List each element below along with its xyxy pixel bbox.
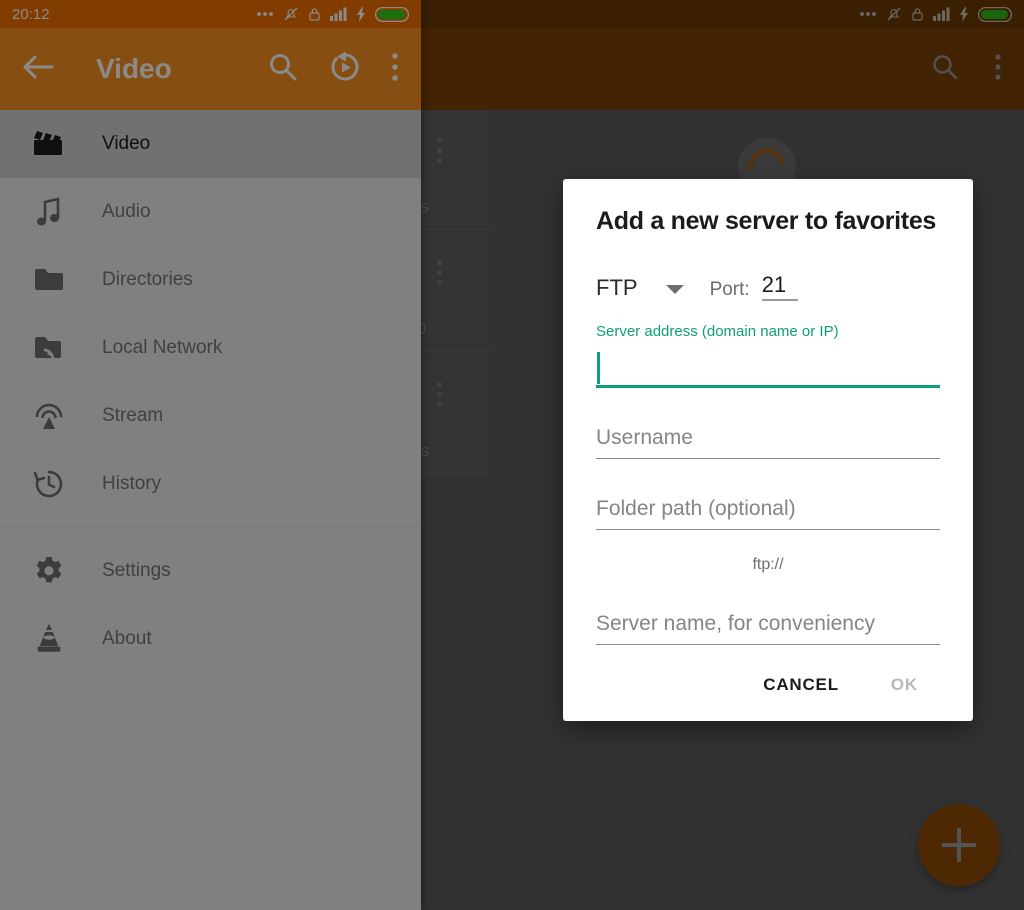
server-address-field: Server address (domain name or IP) — [596, 323, 940, 388]
more-vert-icon[interactable] — [437, 138, 442, 163]
sidebar-item-label: Local Network — [102, 337, 223, 358]
battery-icon — [375, 6, 409, 22]
server-name-placeholder: Server name, for conveniency — [596, 612, 875, 635]
drawer-toolbar: Video — [0, 28, 421, 110]
sidebar-item-settings[interactable]: Settings — [0, 537, 421, 605]
history-clock-icon — [20, 468, 78, 500]
battery-icon — [978, 6, 1012, 22]
app-screen: 20:12 Video Video Audio Directories Loca… — [0, 0, 1024, 910]
notifications-muted-icon — [887, 7, 901, 21]
folder-path-placeholder: Folder path (optional) — [596, 497, 796, 520]
sidebar-item-history[interactable]: History — [0, 450, 421, 518]
sidebar-item-label: Video — [102, 133, 151, 154]
status-bar-time: 20:12 — [12, 5, 50, 23]
status-bar-icons — [256, 6, 409, 22]
more-vert-icon[interactable] — [437, 382, 442, 407]
more-vert-icon[interactable] — [994, 52, 1002, 87]
server-name-field[interactable]: Server name, for conveniency — [596, 612, 940, 645]
sidebar-item-stream[interactable]: Stream — [0, 382, 421, 450]
url-preview: ftp:// — [752, 556, 784, 573]
drawer-item-list: Video Audio Directories Local Network St… — [0, 110, 421, 673]
username-field[interactable]: Username — [596, 426, 940, 459]
sidebar-item-directories[interactable]: Directories — [0, 246, 421, 314]
sidebar-item-label: Directories — [102, 269, 193, 290]
folder-path-field[interactable]: Folder path (optional) — [596, 497, 940, 530]
drawer-divider — [0, 526, 421, 527]
stream-antenna-icon — [20, 401, 78, 431]
text-cursor — [597, 352, 600, 384]
port-value: 21 — [761, 272, 787, 297]
lock-icon — [912, 8, 923, 21]
more-dots-icon — [257, 12, 273, 16]
chevron-down-icon[interactable] — [665, 285, 684, 294]
server-address-label: Server address (domain name or IP) — [596, 323, 839, 340]
more-vert-icon[interactable] — [437, 260, 442, 285]
ok-button[interactable]: OK — [891, 675, 918, 695]
network-folder-icon — [20, 334, 78, 362]
lock-icon — [309, 8, 320, 21]
status-bar-icons — [859, 6, 1012, 22]
arrow-back-icon[interactable] — [22, 54, 54, 85]
add-server-fab[interactable] — [918, 804, 1000, 886]
dialog-title: Add a new server to favorites — [596, 207, 937, 235]
plus-icon — [942, 828, 976, 862]
resume-playback-icon[interactable] — [329, 51, 361, 88]
sidebar-item-audio[interactable]: Audio — [0, 178, 421, 246]
sidebar-item-label: Stream — [102, 405, 164, 426]
clapperboard-icon — [20, 129, 78, 159]
search-icon[interactable] — [930, 52, 960, 87]
page-title: Video — [96, 53, 172, 84]
sidebar-item-label: About — [102, 628, 152, 649]
navigation-drawer: 20:12 Video Video Audio Directories Loca… — [0, 0, 421, 910]
port-input[interactable]: 21 — [761, 272, 798, 301]
more-dots-icon — [860, 12, 876, 16]
signal-bars-icon — [330, 7, 347, 21]
signal-bars-icon — [933, 7, 950, 21]
dialog-actions: CANCEL OK — [596, 645, 940, 721]
vlc-cone-icon — [20, 623, 78, 655]
add-server-dialog: Add a new server to favorites FTP Port: … — [563, 179, 973, 721]
more-vert-icon[interactable] — [391, 51, 399, 88]
sidebar-item-label: History — [102, 473, 162, 494]
port-label: Port: — [709, 279, 750, 300]
sidebar-item-label: Settings — [102, 560, 171, 581]
drawer-status-bar: 20:12 — [0, 0, 421, 28]
charging-bolt-icon — [357, 6, 365, 22]
charging-bolt-icon — [960, 6, 968, 22]
cancel-button[interactable]: CANCEL — [763, 675, 839, 695]
sidebar-item-about[interactable]: About — [0, 605, 421, 673]
sidebar-item-label: Audio — [102, 201, 151, 222]
sidebar-item-local-network[interactable]: Local Network — [0, 314, 421, 382]
username-placeholder: Username — [596, 426, 693, 449]
notifications-muted-icon — [284, 7, 298, 21]
protocol-row: FTP Port: 21 — [596, 272, 940, 301]
protocol-select-value[interactable]: FTP — [596, 275, 638, 301]
music-note-icon — [20, 196, 78, 228]
folder-icon — [20, 266, 78, 294]
sidebar-item-video[interactable]: Video — [0, 110, 421, 178]
server-address-input[interactable] — [596, 350, 940, 388]
gear-icon — [20, 555, 78, 587]
search-icon[interactable] — [267, 51, 299, 88]
